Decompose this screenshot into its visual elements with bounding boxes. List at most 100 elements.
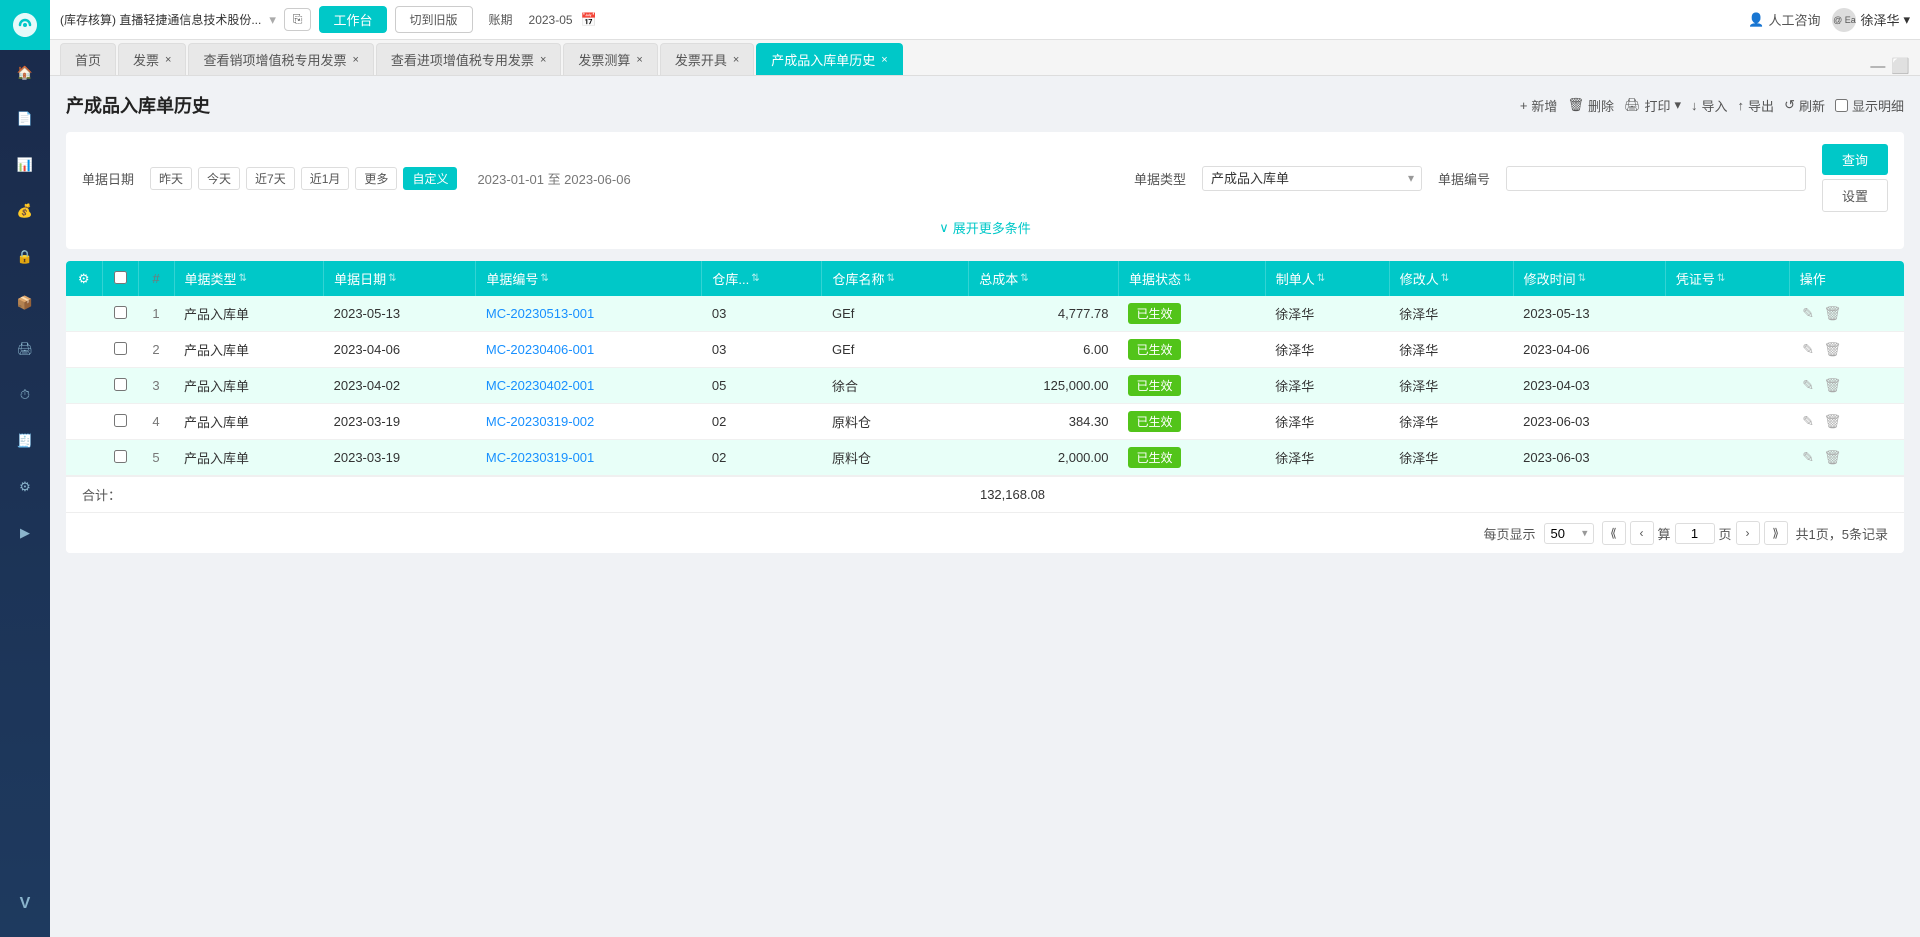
row-id-link[interactable]: MC-20230319-001: [486, 450, 594, 465]
company-dropdown-icon[interactable]: ▾: [269, 12, 276, 28]
row-checkbox[interactable]: [114, 414, 127, 427]
row-settings-icon[interactable]: [66, 404, 102, 440]
row-id[interactable]: MC-20230319-002: [476, 404, 702, 440]
row-settings-icon[interactable]: [66, 332, 102, 368]
th-modify-time[interactable]: 修改时间⇅: [1513, 261, 1665, 296]
row-edit-icon[interactable]: ✎: [1802, 449, 1814, 465]
row-edit-icon[interactable]: ✎: [1802, 413, 1814, 429]
th-checkbox[interactable]: [102, 261, 138, 296]
page-size-select[interactable]: 50 10 20 100: [1544, 523, 1594, 544]
row-id[interactable]: MC-20230513-001: [476, 296, 702, 332]
row-checkbox[interactable]: [114, 342, 127, 355]
th-type[interactable]: 单据类型⇅: [174, 261, 324, 296]
th-warehouse-code[interactable]: 仓库...⇅: [702, 261, 822, 296]
th-date[interactable]: 单据日期⇅: [324, 261, 476, 296]
sidebar-item-doc[interactable]: 📄: [0, 96, 50, 142]
tab-product-history-close[interactable]: ×: [881, 54, 887, 66]
row-settings-icon[interactable]: [66, 296, 102, 332]
select-all-checkbox[interactable]: [114, 271, 127, 284]
page-number-input[interactable]: [1675, 523, 1715, 544]
date-btn-yesterday[interactable]: 昨天: [150, 167, 192, 190]
user-info[interactable]: @ Ea 徐泽华 ▾: [1832, 8, 1910, 32]
sidebar-item-tax[interactable]: 💰: [0, 188, 50, 234]
row-checkbox[interactable]: [114, 306, 127, 319]
window-maximize-button[interactable]: ⬜: [1891, 57, 1910, 75]
tab-product-history[interactable]: 产成品入库单历史 ×: [756, 43, 902, 75]
th-total-cost[interactable]: 总成本⇅: [969, 261, 1119, 296]
window-minimize-button[interactable]: —: [1870, 58, 1885, 75]
refresh-button[interactable]: ↺ 刷新: [1784, 96, 1825, 115]
row-id[interactable]: MC-20230319-001: [476, 440, 702, 476]
row-id-link[interactable]: MC-20230402-001: [486, 378, 594, 393]
row-settings-icon[interactable]: [66, 440, 102, 476]
row-id-link[interactable]: MC-20230406-001: [486, 342, 594, 357]
sidebar-item-inventory[interactable]: 📦: [0, 280, 50, 326]
th-id[interactable]: 单据编号⇅: [476, 261, 702, 296]
row-id[interactable]: MC-20230402-001: [476, 368, 702, 404]
row-delete-icon[interactable]: 🗑: [1824, 377, 1842, 393]
th-modifier[interactable]: 修改人⇅: [1389, 261, 1513, 296]
th-voucher[interactable]: 凭证号⇅: [1665, 261, 1789, 296]
row-checkbox[interactable]: [114, 378, 127, 391]
sidebar-item-print[interactable]: 🖨: [0, 326, 50, 372]
date-btn-today[interactable]: 今天: [198, 167, 240, 190]
tab-home[interactable]: 首页: [60, 43, 116, 75]
row-id-link[interactable]: MC-20230319-002: [486, 414, 594, 429]
tab-invoice-calc[interactable]: 发票测算 ×: [563, 43, 657, 75]
expand-more-button[interactable]: ∨ 展开更多条件: [82, 218, 1888, 237]
th-status[interactable]: 单据状态⇅: [1118, 261, 1265, 296]
row-id-link[interactable]: MC-20230513-001: [486, 306, 594, 321]
show-details-toggle[interactable]: 显示明细: [1835, 96, 1904, 115]
th-warehouse-name[interactable]: 仓库名称⇅: [822, 261, 969, 296]
sidebar-item-video[interactable]: ▶: [0, 510, 50, 556]
sidebar-item-timer[interactable]: ⏱: [0, 372, 50, 418]
page-last-button[interactable]: ⟫: [1764, 521, 1788, 545]
tab-invoice-close[interactable]: ×: [165, 54, 171, 66]
sidebar-item-invoice[interactable]: 🧾: [0, 418, 50, 464]
date-btn-custom[interactable]: 自定义: [403, 167, 457, 190]
sidebar-item-home[interactable]: 🏠: [0, 50, 50, 96]
row-edit-icon[interactable]: ✎: [1802, 377, 1814, 393]
workspace-button[interactable]: 工作台: [319, 6, 386, 33]
row-checkbox[interactable]: [114, 450, 127, 463]
page-prev-button[interactable]: ‹: [1630, 521, 1654, 545]
tab-invoice-calc-close[interactable]: ×: [636, 54, 642, 66]
row-delete-icon[interactable]: 🗑: [1824, 341, 1842, 357]
date-btn-more[interactable]: 更多: [355, 167, 397, 190]
import-button[interactable]: ↓ 导入: [1691, 96, 1728, 115]
th-settings[interactable]: ⚙: [66, 261, 102, 296]
query-button[interactable]: 查询: [1822, 144, 1888, 175]
id-filter-input[interactable]: [1506, 166, 1806, 191]
row-delete-icon[interactable]: 🗑: [1824, 413, 1842, 429]
tab-invoice[interactable]: 发票 ×: [118, 43, 186, 75]
switch-old-button[interactable]: 切到旧版: [395, 6, 473, 33]
tab-vat-sales[interactable]: 查看销项增值税专用发票 ×: [188, 43, 373, 75]
sidebar-item-lock[interactable]: 🔒: [0, 234, 50, 280]
tab-invoice-open[interactable]: 发票开具 ×: [660, 43, 754, 75]
export-button[interactable]: ↑ 导出: [1738, 96, 1775, 115]
row-delete-icon[interactable]: 🗑: [1824, 305, 1842, 321]
print-button[interactable]: 🖨 打印 ▾: [1624, 96, 1681, 115]
tab-vat-sales-close[interactable]: ×: [352, 54, 358, 66]
new-button[interactable]: + + 新增 新增: [1520, 96, 1558, 115]
type-filter-select[interactable]: 产成品入库单: [1202, 166, 1422, 191]
tab-vat-purchase[interactable]: 查看进项增值税专用发票 ×: [376, 43, 561, 75]
row-edit-icon[interactable]: ✎: [1802, 341, 1814, 357]
date-btn-1month[interactable]: 近1月: [301, 167, 350, 190]
row-id[interactable]: MC-20230406-001: [476, 332, 702, 368]
sidebar-item-report[interactable]: 📊: [0, 142, 50, 188]
tab-invoice-open-close[interactable]: ×: [733, 54, 739, 66]
th-creator[interactable]: 制单人⇅: [1265, 261, 1389, 296]
delete-button[interactable]: 🗑 删除: [1567, 96, 1614, 115]
calendar-icon[interactable]: 📅: [581, 12, 597, 28]
service-button[interactable]: 👤 人工咨询: [1748, 10, 1820, 29]
date-btn-7days[interactable]: 近7天: [246, 167, 295, 190]
row-delete-icon[interactable]: 🗑: [1824, 449, 1842, 465]
page-next-button[interactable]: ›: [1736, 521, 1760, 545]
page-first-button[interactable]: ⟪: [1602, 521, 1626, 545]
row-edit-icon[interactable]: ✎: [1802, 305, 1814, 321]
sidebar-item-more[interactable]: V: [0, 881, 50, 927]
sidebar-item-settings[interactable]: ⚙: [0, 464, 50, 510]
show-details-checkbox[interactable]: [1835, 99, 1848, 112]
setting-button[interactable]: 设置: [1822, 179, 1888, 212]
